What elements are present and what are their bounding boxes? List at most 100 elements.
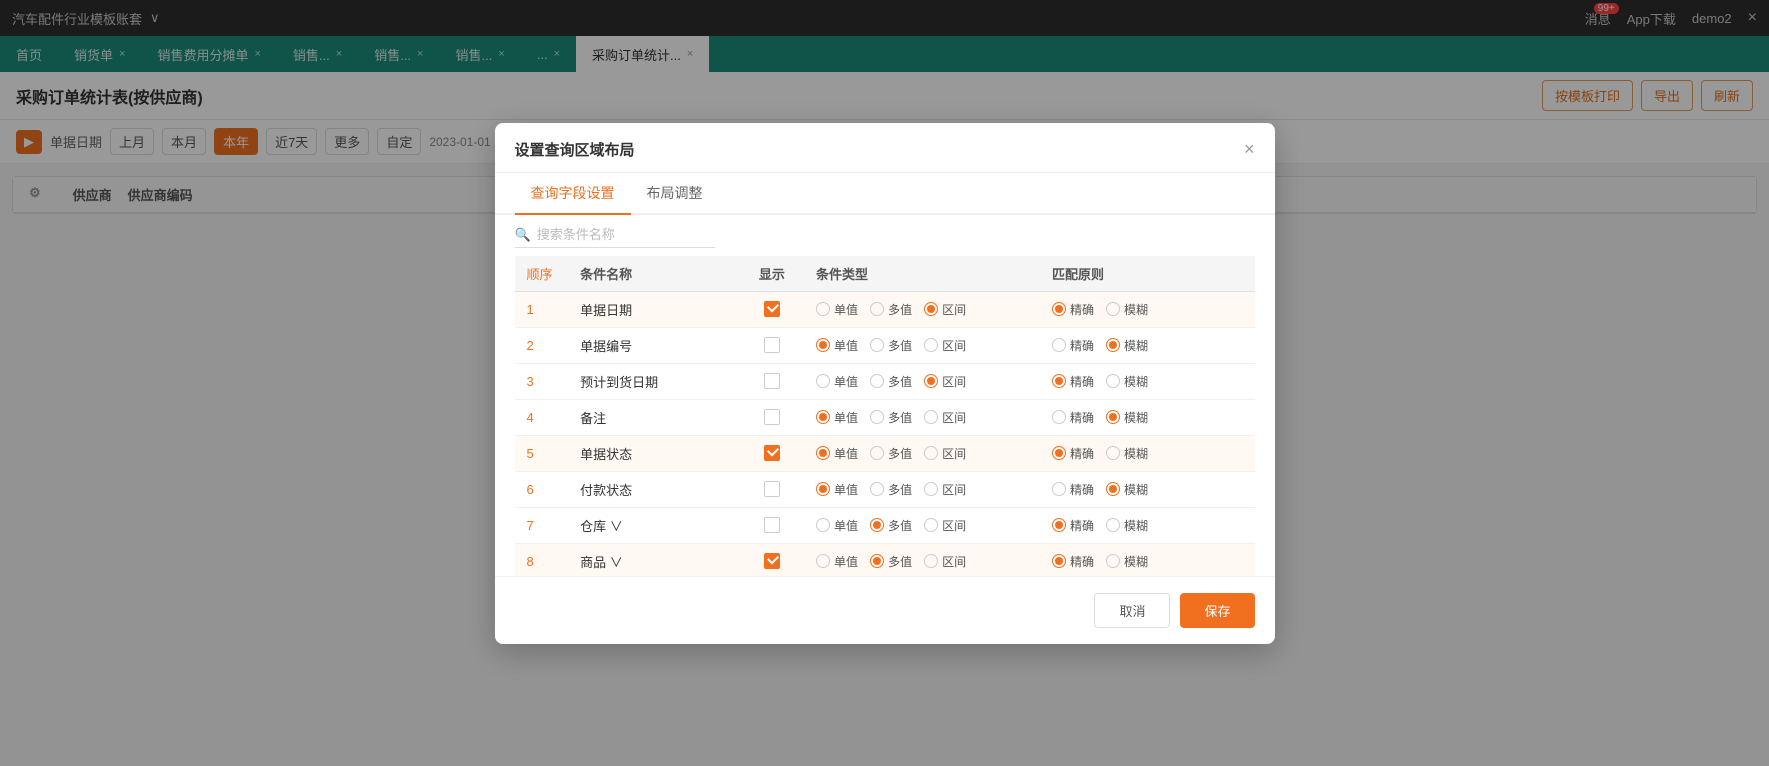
- type-option[interactable]: 区间: [924, 553, 966, 570]
- radio-indicator: [1052, 482, 1066, 496]
- row-show[interactable]: [740, 363, 804, 399]
- type-option[interactable]: 多值: [870, 301, 912, 318]
- type-option[interactable]: 单值: [816, 553, 858, 570]
- show-checkbox[interactable]: [764, 481, 780, 497]
- show-checkbox[interactable]: [764, 409, 780, 425]
- match-option[interactable]: 精确: [1052, 481, 1094, 498]
- row-name: 单据日期: [568, 291, 740, 327]
- match-option[interactable]: 精确: [1052, 301, 1094, 318]
- dialog-close-btn[interactable]: ×: [1244, 140, 1255, 158]
- row-type: 单值多值区间: [804, 291, 1040, 327]
- type-option[interactable]: 单值: [816, 445, 858, 462]
- show-checkbox[interactable]: [764, 517, 780, 533]
- match-option[interactable]: 模糊: [1106, 337, 1148, 354]
- type-option[interactable]: 区间: [924, 301, 966, 318]
- match-option[interactable]: 模糊: [1106, 517, 1148, 534]
- type-option[interactable]: 单值: [816, 481, 858, 498]
- save-btn[interactable]: 保存: [1180, 593, 1254, 628]
- row-show[interactable]: [740, 507, 804, 543]
- row-match: 精确模糊: [1040, 363, 1255, 399]
- match-option[interactable]: 精确: [1052, 337, 1094, 354]
- radio-indicator: [924, 374, 938, 388]
- table-row: 7仓库 ∨单值多值区间精确模糊: [515, 507, 1255, 543]
- cancel-btn[interactable]: 取消: [1094, 593, 1170, 628]
- type-option[interactable]: 多值: [870, 445, 912, 462]
- row-order: 4: [515, 399, 569, 435]
- radio-indicator: [1106, 446, 1120, 460]
- match-option[interactable]: 精确: [1052, 409, 1094, 426]
- type-option[interactable]: 单值: [816, 409, 858, 426]
- show-checkbox[interactable]: [764, 445, 780, 461]
- show-checkbox[interactable]: [764, 337, 780, 353]
- search-icon: 🔍: [515, 227, 531, 243]
- type-option[interactable]: 区间: [924, 517, 966, 534]
- row-order: 7: [515, 507, 569, 543]
- type-option[interactable]: 多值: [870, 481, 912, 498]
- row-type: 单值多值区间: [804, 327, 1040, 363]
- row-show[interactable]: [740, 291, 804, 327]
- type-option[interactable]: 单值: [816, 301, 858, 318]
- row-name: 备注: [568, 399, 740, 435]
- dialog-footer: 取消 保存: [495, 576, 1275, 644]
- show-checkbox[interactable]: [764, 301, 780, 317]
- match-option[interactable]: 精确: [1052, 517, 1094, 534]
- radio-indicator: [870, 374, 884, 388]
- dialog-tab-query-fields[interactable]: 查询字段设置: [515, 173, 631, 215]
- type-option[interactable]: 区间: [924, 445, 966, 462]
- radio-indicator: [1106, 482, 1120, 496]
- dialog-header: 设置查询区域布局 ×: [495, 123, 1275, 173]
- radio-indicator: [1052, 338, 1066, 352]
- match-option[interactable]: 模糊: [1106, 373, 1148, 390]
- radio-indicator: [1052, 374, 1066, 388]
- match-option[interactable]: 模糊: [1106, 409, 1148, 426]
- dialog-tab-layout[interactable]: 布局调整: [631, 173, 719, 215]
- search-input[interactable]: [537, 227, 715, 242]
- type-option[interactable]: 多值: [870, 553, 912, 570]
- type-option[interactable]: 多值: [870, 373, 912, 390]
- match-option[interactable]: 模糊: [1106, 445, 1148, 462]
- type-option[interactable]: 多值: [870, 337, 912, 354]
- row-order: 2: [515, 327, 569, 363]
- conditions-table-scroll[interactable]: 顺序 条件名称 显示 条件类型 匹配原则 1单据日期单值多值区间精确模糊2单据编…: [515, 256, 1255, 576]
- show-checkbox[interactable]: [764, 373, 780, 389]
- row-match: 精确模糊: [1040, 327, 1255, 363]
- radio-indicator: [1052, 446, 1066, 460]
- radio-indicator: [870, 446, 884, 460]
- type-option[interactable]: 单值: [816, 373, 858, 390]
- match-option[interactable]: 模糊: [1106, 301, 1148, 318]
- type-option[interactable]: 单值: [816, 337, 858, 354]
- type-option[interactable]: 区间: [924, 373, 966, 390]
- match-option[interactable]: 精确: [1052, 373, 1094, 390]
- type-option[interactable]: 多值: [870, 517, 912, 534]
- row-match: 精确模糊: [1040, 435, 1255, 471]
- radio-indicator: [924, 554, 938, 568]
- th-match: 匹配原则: [1040, 256, 1255, 292]
- row-show[interactable]: [740, 543, 804, 576]
- table-row: 1单据日期单值多值区间精确模糊: [515, 291, 1255, 327]
- type-option[interactable]: 单值: [816, 517, 858, 534]
- radio-indicator: [924, 446, 938, 460]
- match-option[interactable]: 模糊: [1106, 481, 1148, 498]
- search-input-wrap: 🔍: [515, 227, 715, 248]
- type-option[interactable]: 多值: [870, 409, 912, 426]
- radio-indicator: [924, 482, 938, 496]
- row-show[interactable]: [740, 399, 804, 435]
- row-show[interactable]: [740, 435, 804, 471]
- row-order: 3: [515, 363, 569, 399]
- type-option[interactable]: 区间: [924, 337, 966, 354]
- type-option[interactable]: 区间: [924, 481, 966, 498]
- th-show: 显示: [740, 256, 804, 292]
- row-type: 单值多值区间: [804, 399, 1040, 435]
- radio-indicator: [870, 518, 884, 532]
- radio-indicator: [1106, 374, 1120, 388]
- row-show[interactable]: [740, 327, 804, 363]
- show-checkbox[interactable]: [764, 553, 780, 569]
- row-show[interactable]: [740, 471, 804, 507]
- type-option[interactable]: 区间: [924, 409, 966, 426]
- match-option[interactable]: 精确: [1052, 445, 1094, 462]
- match-option[interactable]: 模糊: [1106, 553, 1148, 570]
- dialog-title: 设置查询区域布局: [515, 139, 635, 160]
- table-row: 8商品 ∨单值多值区间精确模糊: [515, 543, 1255, 576]
- radio-indicator: [870, 482, 884, 496]
- match-option[interactable]: 精确: [1052, 553, 1094, 570]
